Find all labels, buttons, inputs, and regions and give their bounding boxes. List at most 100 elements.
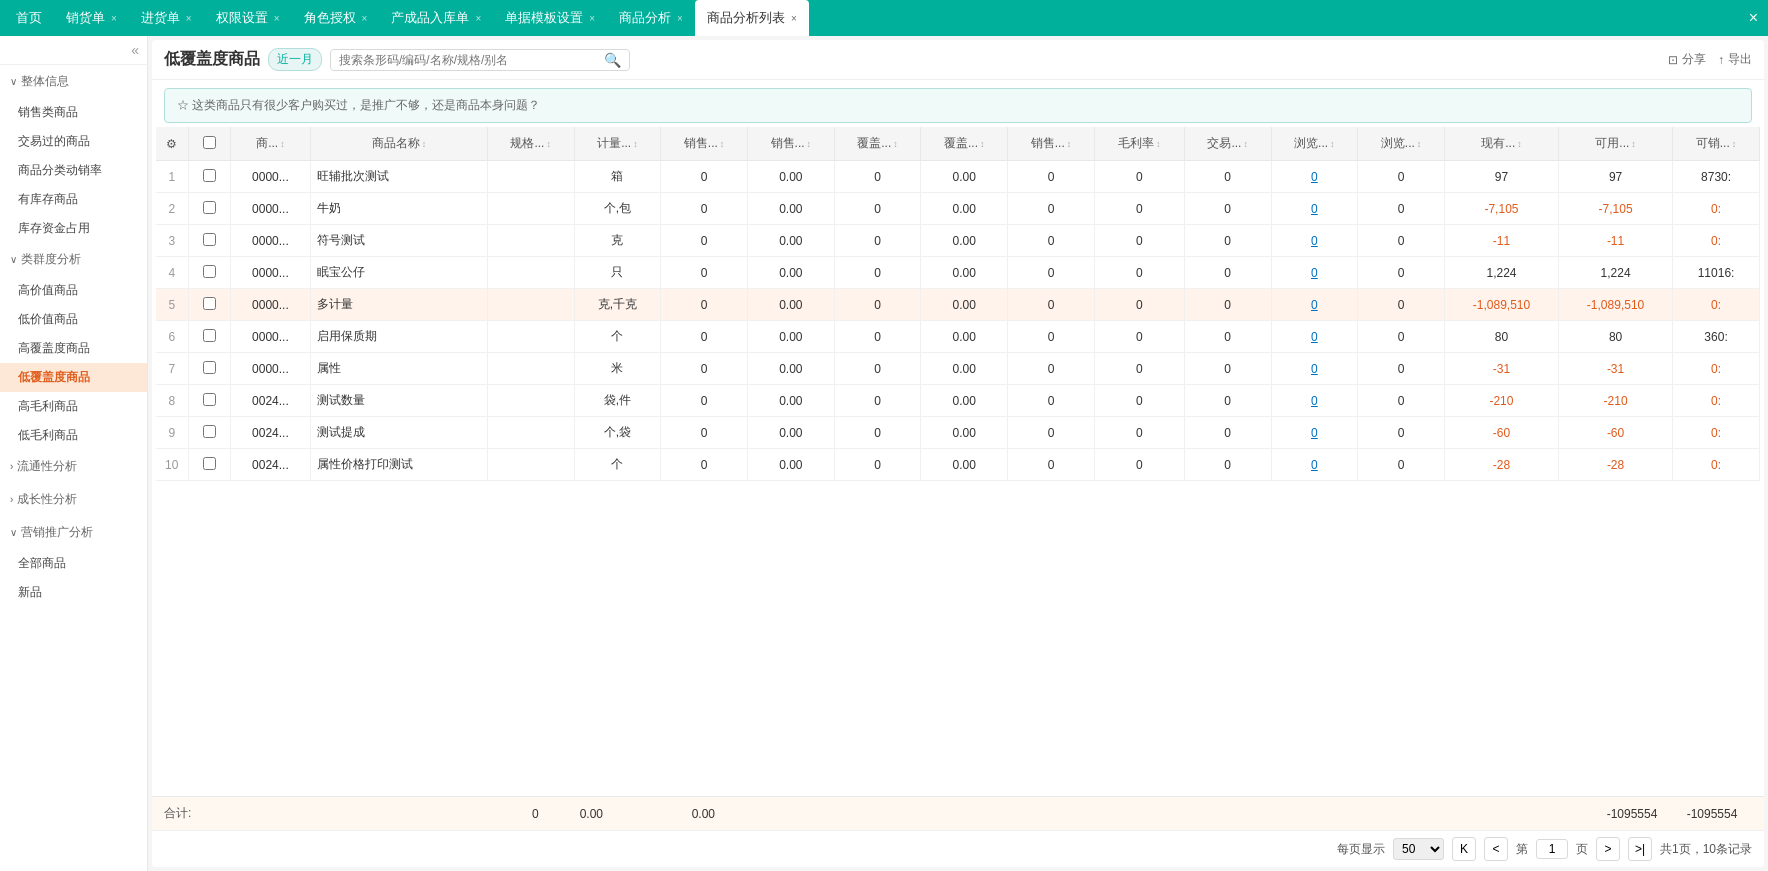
checkbox-column-header[interactable] (188, 127, 230, 161)
row-gross-margin: 0 (1094, 161, 1184, 193)
nav-tab-product-analysis[interactable]: 商品分析 × (607, 0, 695, 36)
prev-page-button[interactable]: < (1484, 837, 1508, 861)
row-browse1[interactable]: 0 (1271, 161, 1358, 193)
row-select-checkbox[interactable] (203, 297, 216, 310)
search-input[interactable] (339, 53, 604, 67)
close-analysis-tab[interactable]: × (677, 13, 683, 24)
sidebar-item-low-coverage[interactable]: 低覆盖度商品 (0, 363, 147, 392)
name-column-header[interactable]: 商品名称↕ (311, 127, 488, 161)
row-checkbox[interactable] (188, 417, 230, 449)
next-page-button[interactable]: > (1596, 837, 1620, 861)
info-banner: ☆ 这类商品只有很少客户购买过，是推广不够，还是商品本身问题？ (164, 88, 1752, 123)
nav-tab-home[interactable]: 首页 (4, 0, 54, 36)
row-checkbox[interactable] (188, 353, 230, 385)
sidebar-item-all-goods[interactable]: 全部商品 (0, 549, 147, 578)
sidebar-section-circulation[interactable]: › 流通性分析 (0, 450, 147, 483)
row-browse1[interactable]: 0 (1271, 449, 1358, 481)
sidebar-section-marketing[interactable]: ∨ 营销推广分析 (0, 516, 147, 549)
row-checkbox[interactable] (188, 161, 230, 193)
stock-avail-column-header[interactable]: 可用...↕ (1559, 127, 1673, 161)
row-select-checkbox[interactable] (203, 361, 216, 374)
coverage2-column-header[interactable]: 覆盖...↕ (921, 127, 1008, 161)
row-checkbox[interactable] (188, 225, 230, 257)
sidebar-item-low-margin[interactable]: 低毛利商品 (0, 421, 147, 450)
code-column-header[interactable]: 商...↕ (230, 127, 311, 161)
sidebar-item-high-coverage[interactable]: 高覆盖度商品 (0, 334, 147, 363)
transaction-column-header[interactable]: 交易...↕ (1184, 127, 1271, 161)
unit-column-header[interactable]: 计量...↕ (574, 127, 661, 161)
share-button[interactable]: ⊡ 分享 (1668, 51, 1706, 68)
row-checkbox[interactable] (188, 289, 230, 321)
row-browse1[interactable]: 0 (1271, 225, 1358, 257)
sales-other-column-header[interactable]: 销售...↕ (1008, 127, 1095, 161)
close-analysis-list-tab[interactable]: × (791, 13, 797, 24)
sidebar-section-cluster[interactable]: ∨ 类群度分析 (0, 243, 147, 276)
nav-tab-purchase[interactable]: 进货单 × (129, 0, 204, 36)
nav-tab-permission[interactable]: 权限设置 × (204, 0, 292, 36)
row-browse1[interactable]: 0 (1271, 353, 1358, 385)
row-checkbox[interactable] (188, 321, 230, 353)
row-browse1[interactable]: 0 (1271, 193, 1358, 225)
coverage1-column-header[interactable]: 覆盖...↕ (834, 127, 921, 161)
last-page-button[interactable]: >| (1628, 837, 1652, 861)
nav-tab-product-storage[interactable]: 产成品入库单 × (379, 0, 493, 36)
close-all-tabs[interactable]: × (1749, 9, 1758, 27)
row-select-checkbox[interactable] (203, 425, 216, 438)
spec-column-header[interactable]: 规格...↕ (487, 127, 574, 161)
sidebar-section-growth[interactable]: › 成长性分析 (0, 483, 147, 516)
row-checkbox[interactable] (188, 257, 230, 289)
row-browse1[interactable]: 0 (1271, 257, 1358, 289)
select-all-checkbox[interactable] (203, 136, 216, 149)
row-browse1[interactable]: 0 (1271, 321, 1358, 353)
nav-tab-template[interactable]: 单据模板设置 × (493, 0, 607, 36)
row-select-checkbox[interactable] (203, 201, 216, 214)
sidebar-item-stock-goods[interactable]: 有库存商品 (0, 185, 147, 214)
per-page-select[interactable]: 50 20 100 (1393, 838, 1444, 860)
period-tag[interactable]: 近一月 (268, 48, 322, 71)
sidebar-item-high-value[interactable]: 高价值商品 (0, 276, 147, 305)
row-select-checkbox[interactable] (203, 393, 216, 406)
row-select-checkbox[interactable] (203, 329, 216, 342)
row-select-checkbox[interactable] (203, 233, 216, 246)
row-browse1[interactable]: 0 (1271, 417, 1358, 449)
page-number-input[interactable] (1536, 839, 1568, 859)
sidebar-item-traded-goods[interactable]: 交易过的商品 (0, 127, 147, 156)
row-browse1[interactable]: 0 (1271, 289, 1358, 321)
gross-margin-column-header[interactable]: 毛利率↕ (1094, 127, 1184, 161)
sidebar-item-sales-goods[interactable]: 销售类商品 (0, 98, 147, 127)
row-select-checkbox[interactable] (203, 169, 216, 182)
sidebar-section-overall[interactable]: ∨ 整体信息 (0, 65, 147, 98)
close-purchase-tab[interactable]: × (186, 13, 192, 24)
sidebar-item-new-goods[interactable]: 新品 (0, 578, 147, 607)
row-checkbox[interactable] (188, 449, 230, 481)
sidebar-item-high-margin[interactable]: 高毛利商品 (0, 392, 147, 421)
export-button[interactable]: ↑ 导出 (1718, 51, 1752, 68)
close-permission-tab[interactable]: × (274, 13, 280, 24)
sidebar-collapse-btn[interactable]: « (131, 42, 139, 58)
row-select-checkbox[interactable] (203, 457, 216, 470)
row-sales-qty: 0 (661, 289, 748, 321)
close-sales-tab[interactable]: × (111, 13, 117, 24)
sales-amt-column-header[interactable]: 销售...↕ (747, 127, 834, 161)
first-page-button[interactable]: K (1452, 837, 1476, 861)
stock-cur-column-header[interactable]: 现有...↕ (1444, 127, 1558, 161)
row-select-checkbox[interactable] (203, 265, 216, 278)
nav-tab-analysis-list[interactable]: 商品分析列表 × (695, 0, 809, 36)
sidebar-item-low-value[interactable]: 低价值商品 (0, 305, 147, 334)
settings-column-header[interactable]: ⚙ (156, 127, 188, 161)
sales-qty-column-header[interactable]: 销售...↕ (661, 127, 748, 161)
row-checkbox[interactable] (188, 193, 230, 225)
nav-tab-sales[interactable]: 销货单 × (54, 0, 129, 36)
close-role-tab[interactable]: × (362, 13, 368, 24)
row-checkbox[interactable] (188, 385, 230, 417)
sidebar-item-capital-occupy[interactable]: 库存资金占用 (0, 214, 147, 243)
close-template-tab[interactable]: × (589, 13, 595, 24)
browse2-column-header[interactable]: 浏览...↕ (1358, 127, 1445, 161)
stock-sale-column-header[interactable]: 可销...↕ (1673, 127, 1760, 161)
row-browse1[interactable]: 0 (1271, 385, 1358, 417)
search-icon[interactable]: 🔍 (604, 52, 621, 68)
nav-tab-role[interactable]: 角色授权 × (292, 0, 380, 36)
browse1-column-header[interactable]: 浏览...↕ (1271, 127, 1358, 161)
close-product-tab[interactable]: × (475, 13, 481, 24)
sidebar-item-category-rate[interactable]: 商品分类动销率 (0, 156, 147, 185)
